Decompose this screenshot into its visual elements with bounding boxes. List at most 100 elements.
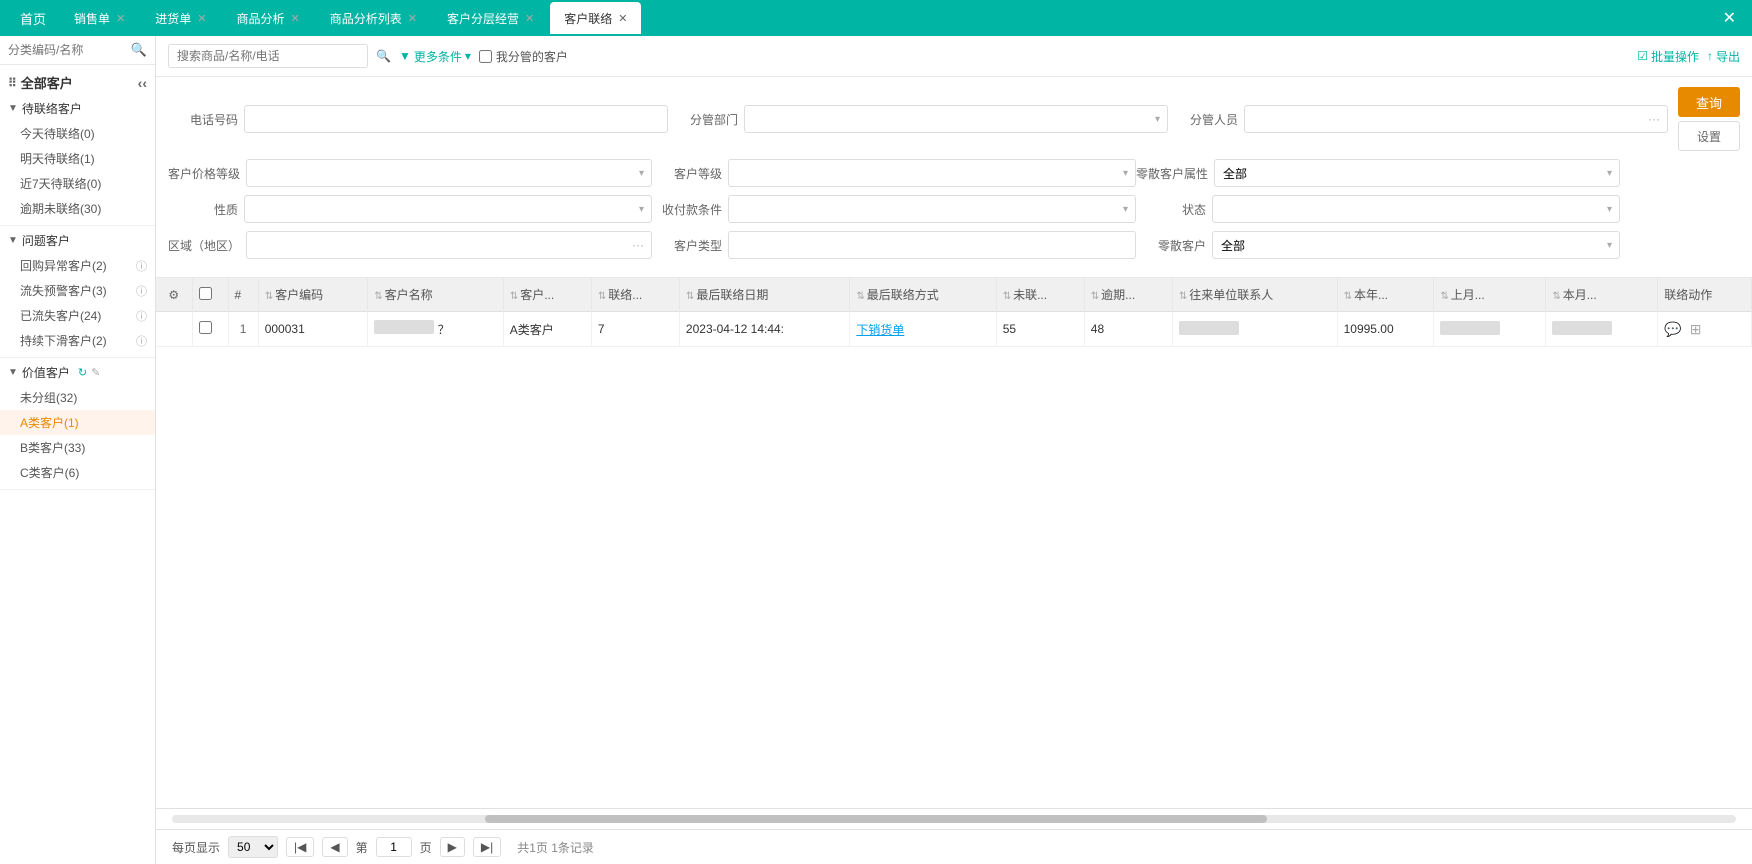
col-grade[interactable]: ⇅客户...: [503, 278, 591, 312]
row-annual: 10995.00: [1337, 312, 1434, 347]
row-overdue: 48: [1084, 312, 1172, 347]
refresh-icon[interactable]: ↻: [78, 366, 87, 379]
row-grade: A类客户: [503, 312, 591, 347]
prev-page-btn[interactable]: ◀: [322, 837, 347, 857]
close-sales-tab[interactable]: ✕: [116, 12, 125, 25]
sidebar-item-repurchase-abnormal[interactable]: 回购异常客户(2) ⓘ: [0, 253, 155, 278]
tab-analysis[interactable]: 商品分析 ✕: [222, 2, 313, 34]
retail-customer-input[interactable]: [1212, 231, 1620, 259]
my-customers-checkbox[interactable]: [479, 50, 492, 63]
filter-more-btn[interactable]: ▼ 更多条件 ▾: [399, 48, 471, 65]
sidebar-item-tomorrow[interactable]: 明天待联络(1): [0, 146, 155, 171]
sidebar-item-churned[interactable]: 已流失客户(24) ⓘ: [0, 303, 155, 328]
filter-search-icon[interactable]: 🔍: [376, 49, 391, 63]
close-customer-mgmt-tab[interactable]: ✕: [525, 12, 534, 25]
nature-input[interactable]: [244, 195, 652, 223]
row-this-month-blurred: [1552, 321, 1612, 335]
phone-input[interactable]: [244, 105, 668, 133]
settings-button[interactable]: 设置: [1678, 121, 1740, 151]
tab-customer-mgmt[interactable]: 客户分层经营 ✕: [433, 2, 548, 34]
col-overdue[interactable]: ⇅逾期...: [1084, 278, 1172, 312]
sidebar-item-overdue[interactable]: 逾期未联络(30): [0, 196, 155, 221]
status-input[interactable]: [1212, 195, 1620, 223]
col-contact-count[interactable]: ⇅联络...: [591, 278, 679, 312]
region-input[interactable]: [246, 231, 652, 259]
tab-purchase[interactable]: 进货单 ✕: [141, 2, 220, 34]
sidebar-item-churn-warning[interactable]: 流失预警客户(3) ⓘ: [0, 278, 155, 303]
export-btn[interactable]: ↑ 导出: [1707, 48, 1740, 65]
sidebar-search-area: 🔍: [0, 36, 155, 65]
col-code[interactable]: ⇅客户编码: [258, 278, 368, 312]
close-purchase-tab[interactable]: ✕: [197, 12, 206, 25]
sidebar-collapse-icon[interactable]: ‹‹: [138, 75, 147, 91]
last-page-btn[interactable]: ▶|: [473, 837, 501, 857]
sidebar-item-class-c[interactable]: C类客户(6): [0, 460, 155, 485]
sidebar-search-input[interactable]: [8, 43, 127, 57]
col-num: #: [228, 278, 258, 312]
sidebar-item-7days[interactable]: 近7天待联络(0): [0, 171, 155, 196]
edit-group-icon[interactable]: ✎: [91, 366, 100, 379]
filter-search-input[interactable]: [168, 44, 368, 68]
info-icon-churn-warning: ⓘ: [136, 283, 147, 299]
sidebar-item-declining[interactable]: 持续下滑客户(2) ⓘ: [0, 328, 155, 353]
col-uncontacted[interactable]: ⇅未联...: [996, 278, 1084, 312]
arrow-pending: ▼: [8, 103, 18, 114]
row-last-month-blurred: [1440, 321, 1500, 335]
retail-attr-input[interactable]: [1214, 159, 1620, 187]
table-select-all[interactable]: [199, 287, 212, 300]
col-last-month[interactable]: ⇅上月...: [1434, 278, 1546, 312]
dept-input[interactable]: [744, 105, 1168, 133]
col-this-month[interactable]: ⇅本月...: [1546, 278, 1658, 312]
close-customer-contact-tab[interactable]: ✕: [618, 12, 627, 25]
sidebar-group-value[interactable]: ▼ 价值客户 ↻ ✎: [0, 360, 155, 385]
person-input[interactable]: [1244, 105, 1668, 133]
page-size-select[interactable]: 50: [228, 836, 278, 858]
table-header: ⚙ # ⇅客户编码 ⇅客户名称 ⇅客户... ⇅联络... ⇅最后联络日期 ⇅最…: [156, 278, 1752, 312]
table-checkbox-col: [192, 278, 228, 312]
home-tab[interactable]: 首页: [8, 2, 58, 34]
filter-toolbar: 🔍 ▼ 更多条件 ▾ 我分管的客户 ☑ 批量操作 ↑ 导出: [156, 36, 1752, 77]
col-unit-contact[interactable]: ⇅往来单位联系人: [1172, 278, 1337, 312]
row-chat-icon[interactable]: 💬: [1664, 321, 1681, 338]
tab-analysis-list[interactable]: 商品分析列表 ✕: [316, 2, 431, 34]
col-name[interactable]: ⇅客户名称: [368, 278, 504, 312]
col-actions: 联络动作: [1658, 278, 1752, 312]
main-layout: 🔍 ⠿ 全部客户 ‹‹ ▼ 待联络客户 今天待联络(0) 明天待联络(1) 近7…: [0, 36, 1752, 864]
col-last-contact-date[interactable]: ⇅最后联络日期: [679, 278, 849, 312]
retail-customer-select-wrapper: ▾: [1212, 231, 1620, 259]
tab-sales[interactable]: 销售单 ✕: [60, 2, 139, 34]
row-last-type-link[interactable]: 下销货单: [856, 323, 904, 337]
sidebar-search-icon[interactable]: 🔍: [131, 42, 147, 58]
customer-grade-input[interactable]: [728, 159, 1136, 187]
global-close-button[interactable]: ✕: [1715, 4, 1744, 32]
row-name-blurred: [374, 320, 434, 334]
tab-customer-contact[interactable]: 客户联络 ✕: [550, 2, 641, 34]
row-num: 1: [228, 312, 258, 347]
sidebar-group-pending[interactable]: ▼ 待联络客户: [0, 96, 155, 121]
my-customers-checkbox-label[interactable]: 我分管的客户: [479, 48, 568, 65]
close-analysis-list-tab[interactable]: ✕: [408, 12, 417, 25]
sidebar-item-class-a[interactable]: A类客户(1): [0, 410, 155, 435]
next-page-btn[interactable]: ▶: [440, 837, 465, 857]
row-unit-contact-blurred: [1179, 321, 1239, 335]
query-button[interactable]: 查询: [1678, 87, 1740, 117]
table-settings-col[interactable]: ⚙: [156, 278, 192, 312]
payment-input[interactable]: [728, 195, 1136, 223]
batch-op-btn[interactable]: ☑ 批量操作: [1637, 48, 1699, 65]
close-analysis-tab[interactable]: ✕: [291, 12, 300, 25]
sidebar-item-class-b[interactable]: B类客户(33): [0, 435, 155, 460]
sidebar-all-customers-header: ⠿ 全部客户 ‹‹: [0, 65, 155, 96]
sidebar-item-today[interactable]: 今天待联络(0): [0, 121, 155, 146]
price-grade-input[interactable]: [246, 159, 652, 187]
col-last-contact-type[interactable]: ⇅最后联络方式: [850, 278, 996, 312]
table-row: 1 000031 ？ A类客户 7 2023-04-12 14:44: 下销货单…: [156, 312, 1752, 347]
first-page-btn[interactable]: |◀: [286, 837, 314, 857]
customer-type-input[interactable]: [728, 231, 1136, 259]
row-select-checkbox[interactable]: [199, 321, 212, 334]
sidebar-group-problem[interactable]: ▼ 问题客户: [0, 228, 155, 253]
sidebar-item-unclassified[interactable]: 未分组(32): [0, 385, 155, 410]
col-annual[interactable]: ⇅本年...: [1337, 278, 1434, 312]
page-number-input[interactable]: [376, 837, 412, 857]
horizontal-scrollbar[interactable]: [172, 815, 1736, 823]
row-contact-icon[interactable]: ⊞: [1690, 321, 1702, 338]
